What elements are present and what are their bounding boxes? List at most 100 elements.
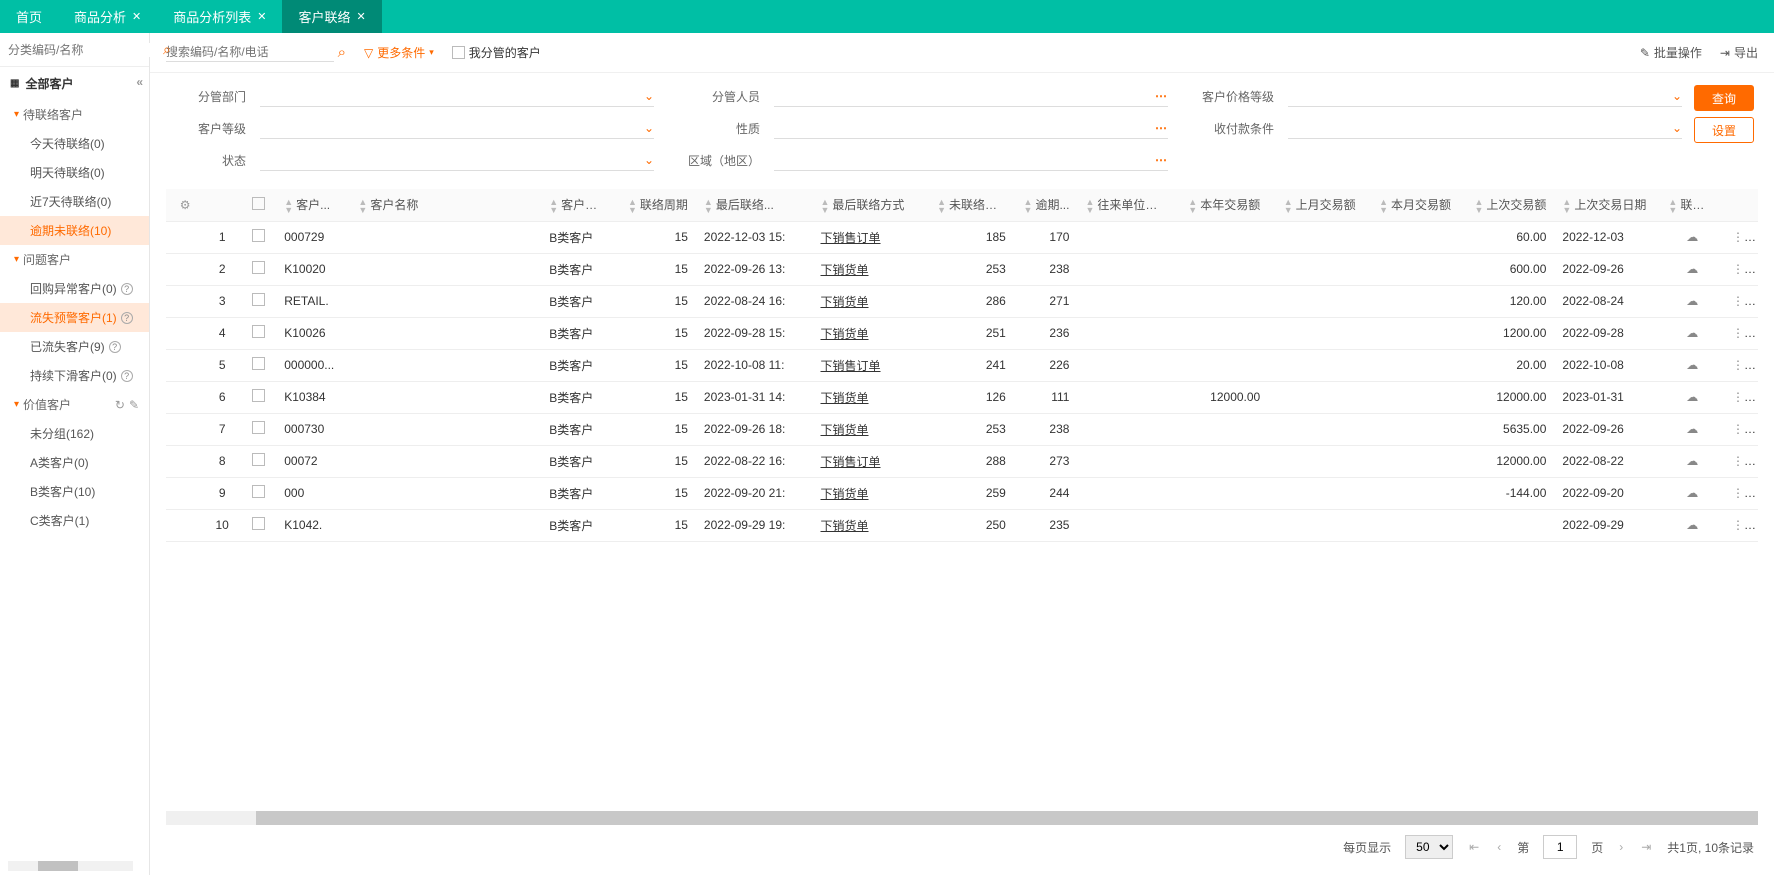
sidebar-item[interactable]: 回购异常客户(0)? [0, 274, 149, 303]
more-icon[interactable]: ⋮⋮ [1732, 454, 1756, 468]
column-header[interactable]: ▲▼客户... [276, 189, 350, 221]
horizontal-scrollbar[interactable] [166, 811, 1758, 825]
page-size-select[interactable]: 50 [1405, 835, 1453, 859]
wechat-icon[interactable]: ☁ [1686, 294, 1698, 308]
contact-method-link[interactable]: 下销售订单 [821, 359, 881, 373]
filter-cust-level[interactable]: 客户等级⌄ [170, 117, 654, 139]
my-customers-checkbox[interactable]: 我分管的客户 [452, 44, 541, 61]
wechat-icon[interactable]: ☁ [1686, 390, 1698, 404]
column-header[interactable]: ▲▼客户名称 [350, 189, 541, 221]
more-icon[interactable]: ⋮⋮ [1732, 390, 1756, 404]
wechat-icon[interactable]: ☁ [1686, 230, 1698, 244]
tab-首页[interactable]: 首页 [0, 0, 58, 33]
filter-dept[interactable]: 分管部门⌄ [170, 85, 654, 107]
column-header[interactable]: ▲▼未联络天数 [929, 189, 1014, 221]
contact-method-link[interactable]: 下销货单 [821, 423, 869, 437]
more-icon[interactable]: ⋮⋮ [1732, 326, 1756, 340]
tab-商品分析[interactable]: 商品分析✕ [58, 0, 157, 33]
sidebar-group[interactable]: ▾问题客户 [0, 245, 149, 274]
more-icon[interactable]: ⋮⋮ [1732, 358, 1756, 372]
sidebar-item[interactable]: 已流失客户(9)? [0, 332, 149, 361]
close-icon[interactable]: ✕ [257, 10, 266, 23]
tab-商品分析列表[interactable]: 商品分析列表✕ [157, 0, 282, 33]
more-icon[interactable]: ⋮⋮ [1732, 422, 1756, 436]
contact-method-link[interactable]: 下销货单 [821, 295, 869, 309]
more-conditions-button[interactable]: ▽ 更多条件 ▾ [364, 44, 434, 61]
sidebar-item[interactable]: 今天待联络(0) [0, 129, 149, 158]
wechat-icon[interactable]: ☁ [1686, 262, 1698, 276]
sidebar-item[interactable]: 流失预警客户(1)? [0, 303, 149, 332]
column-header[interactable]: ⚙ [166, 189, 204, 221]
help-icon[interactable]: ? [109, 341, 121, 353]
column-header[interactable]: ▲▼本月交易额 [1364, 189, 1459, 221]
contact-method-link[interactable]: 下销货单 [821, 487, 869, 501]
column-header[interactable]: ▲▼逾期... [1014, 189, 1078, 221]
wechat-icon[interactable]: ☁ [1686, 518, 1698, 532]
column-header[interactable]: ▲▼最后联络方式 [813, 189, 930, 221]
column-header[interactable]: ▲▼最后联络... [696, 189, 813, 221]
column-header[interactable]: ▲▼客户分组 [541, 189, 615, 221]
filter-status[interactable]: 状态⌄ [170, 149, 654, 171]
sidebar-item[interactable]: A类客户(0) [0, 448, 149, 477]
sidebar-scrollbar[interactable] [8, 861, 133, 871]
filter-person[interactable]: 分管人员⋯ [684, 85, 1168, 107]
column-header[interactable] [240, 189, 276, 221]
sidebar-item[interactable]: 未分组(162) [0, 419, 149, 448]
first-page-button[interactable]: ⇤ [1467, 840, 1481, 854]
more-icon[interactable]: ⋮⋮ [1732, 230, 1756, 244]
last-page-button[interactable]: ⇥ [1639, 840, 1653, 854]
refresh-icon[interactable]: ↻ [115, 398, 125, 412]
column-header[interactable]: ▲▼上次交易额 [1459, 189, 1554, 221]
sidebar-item[interactable]: 明天待联络(0) [0, 158, 149, 187]
gear-icon[interactable]: ⚙ [180, 198, 191, 212]
sidebar-item[interactable]: 近7天待联络(0) [0, 187, 149, 216]
collapse-sidebar-icon[interactable]: « [136, 75, 143, 89]
help-icon[interactable]: ? [121, 283, 133, 295]
more-icon[interactable]: ⋮⋮ [1732, 294, 1756, 308]
sidebar-item[interactable]: 逾期未联络(10) [0, 216, 149, 245]
contact-method-link[interactable]: 下销售订单 [821, 455, 881, 469]
column-header[interactable] [204, 189, 240, 221]
sidebar-group[interactable]: ▾价值客户↻✎ [0, 390, 149, 419]
more-icon[interactable]: ⋮⋮ [1732, 262, 1756, 276]
contact-method-link[interactable]: 下销货单 [821, 519, 869, 533]
wechat-icon[interactable]: ☁ [1686, 358, 1698, 372]
column-header[interactable]: ▲▼联络周期 [615, 189, 696, 221]
column-header[interactable]: ▲▼联络动作 [1660, 189, 1724, 221]
wechat-icon[interactable]: ☁ [1686, 486, 1698, 500]
close-icon[interactable]: ✕ [132, 10, 141, 23]
wechat-icon[interactable]: ☁ [1686, 326, 1698, 340]
more-icon[interactable]: ⋮⋮ [1732, 518, 1756, 532]
sidebar-root[interactable]: ▦ 全部客户 « [0, 67, 149, 100]
help-icon[interactable]: ? [121, 370, 133, 382]
sidebar-item[interactable]: C类客户(1) [0, 506, 149, 535]
sidebar-group[interactable]: ▾待联络客户 [0, 100, 149, 129]
edit-icon[interactable]: ✎ [129, 398, 139, 412]
sidebar-item[interactable]: B类客户(10) [0, 477, 149, 506]
filter-nature[interactable]: 性质⋯ [684, 117, 1168, 139]
contact-method-link[interactable]: 下销货单 [821, 263, 869, 277]
column-header[interactable]: ▲▼上月交易额 [1268, 189, 1363, 221]
tab-客户联络[interactable]: 客户联络✕ [282, 0, 381, 33]
search-icon[interactable]: ⌕ [338, 44, 346, 61]
batch-ops-button[interactable]: ✎ 批量操作 [1640, 44, 1702, 61]
contact-method-link[interactable]: 下销售订单 [821, 231, 881, 245]
sidebar-search-input[interactable] [8, 43, 163, 57]
column-header[interactable]: ▲▼上次交易日期 [1554, 189, 1660, 221]
close-icon[interactable]: ✕ [357, 10, 366, 23]
wechat-icon[interactable]: ☁ [1686, 454, 1698, 468]
query-button[interactable]: 查询 [1694, 85, 1754, 111]
filter-region[interactable]: 区域（地区）⋯ [684, 149, 1168, 171]
column-header[interactable] [1724, 189, 1758, 221]
prev-page-button[interactable]: ‹ [1495, 840, 1503, 854]
column-header[interactable]: ▲▼往来单位联... [1077, 189, 1172, 221]
contact-method-link[interactable]: 下销货单 [821, 327, 869, 341]
contact-method-link[interactable]: 下销货单 [821, 391, 869, 405]
export-button[interactable]: ⇥ 导出 [1720, 44, 1758, 61]
page-input[interactable] [1543, 835, 1577, 859]
filter-price-level[interactable]: 客户价格等级⌄ [1198, 85, 1682, 107]
checkbox-icon[interactable] [252, 197, 265, 210]
next-page-button[interactable]: › [1617, 840, 1625, 854]
wechat-icon[interactable]: ☁ [1686, 422, 1698, 436]
settings-button[interactable]: 设置 [1694, 117, 1754, 143]
